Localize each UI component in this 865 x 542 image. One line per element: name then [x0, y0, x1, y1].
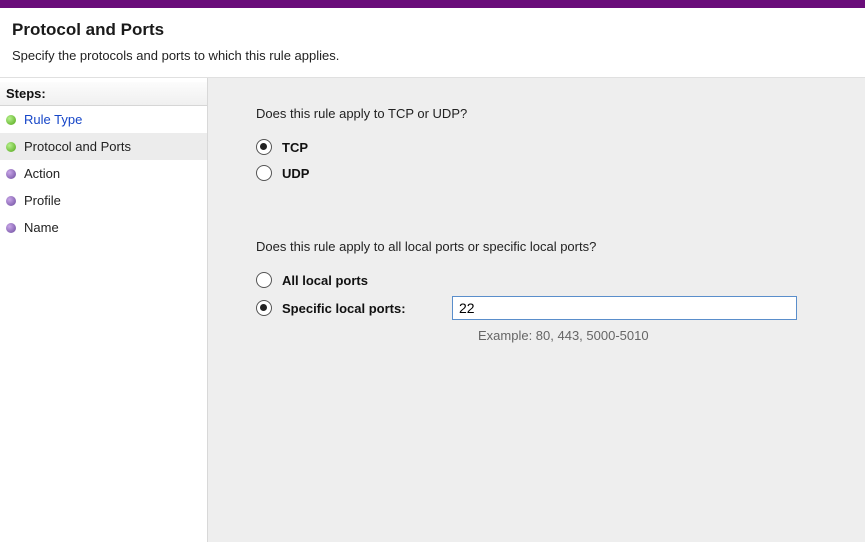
step-label: Name — [24, 220, 59, 235]
radio-specific-ports[interactable] — [256, 300, 272, 316]
radio-tcp-label: TCP — [282, 140, 308, 155]
steps-sidebar: Steps: Rule Type Protocol and Ports Acti… — [0, 78, 208, 542]
radio-tcp-row[interactable]: TCP — [256, 139, 835, 155]
radio-udp-row[interactable]: UDP — [256, 165, 835, 181]
step-label: Rule Type — [24, 112, 82, 127]
protocol-question: Does this rule apply to TCP or UDP? — [256, 106, 835, 121]
steps-title: Steps: — [0, 82, 207, 106]
step-name[interactable]: Name — [0, 214, 207, 241]
step-rule-type[interactable]: Rule Type — [0, 106, 207, 133]
radio-specific-ports-row: Specific local ports: — [256, 296, 835, 320]
step-bullet-icon — [6, 223, 16, 233]
radio-specific-ports-label: Specific local ports: — [282, 301, 452, 316]
radio-udp[interactable] — [256, 165, 272, 181]
step-bullet-icon — [6, 196, 16, 206]
step-label: Action — [24, 166, 60, 181]
ports-example-text: Example: 80, 443, 5000-5010 — [478, 328, 835, 343]
page-subtitle: Specify the protocols and ports to which… — [12, 48, 853, 63]
step-bullet-icon — [6, 169, 16, 179]
radio-all-ports[interactable] — [256, 272, 272, 288]
step-profile[interactable]: Profile — [0, 187, 207, 214]
radio-all-ports-label: All local ports — [282, 273, 452, 288]
radio-udp-label: UDP — [282, 166, 309, 181]
wizard-body: Steps: Rule Type Protocol and Ports Acti… — [0, 78, 865, 542]
step-action[interactable]: Action — [0, 160, 207, 187]
step-label: Profile — [24, 193, 61, 208]
window-accent-bar — [0, 0, 865, 8]
page-title: Protocol and Ports — [12, 20, 853, 40]
radio-all-ports-row[interactable]: All local ports — [256, 272, 835, 288]
specific-ports-input[interactable] — [452, 296, 797, 320]
wizard-header: Protocol and Ports Specify the protocols… — [0, 8, 865, 78]
step-bullet-icon — [6, 115, 16, 125]
ports-question: Does this rule apply to all local ports … — [256, 239, 835, 254]
step-bullet-icon — [6, 142, 16, 152]
radio-tcp[interactable] — [256, 139, 272, 155]
wizard-main: Does this rule apply to TCP or UDP? TCP … — [208, 78, 865, 542]
step-protocol-and-ports[interactable]: Protocol and Ports — [0, 133, 207, 160]
step-label: Protocol and Ports — [24, 139, 131, 154]
